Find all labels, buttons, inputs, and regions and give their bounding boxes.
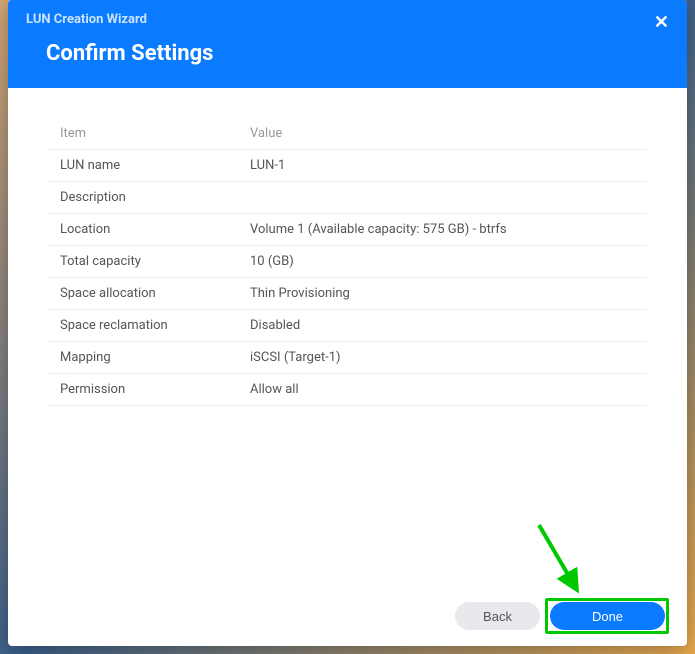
cell-value: LUN-1 bbox=[238, 150, 647, 182]
cell-item: Mapping bbox=[48, 342, 238, 374]
col-header-item: Item bbox=[48, 118, 238, 150]
wizard-header: LUN Creation Wizard Confirm Settings ✕ bbox=[8, 0, 687, 88]
wizard-window: LUN Creation Wizard Confirm Settings ✕ I… bbox=[8, 0, 687, 646]
cell-item: Location bbox=[48, 214, 238, 246]
wizard-title: LUN Creation Wizard bbox=[8, 0, 687, 37]
col-header-value: Value bbox=[238, 118, 647, 150]
table-row: Space allocation Thin Provisioning bbox=[48, 278, 647, 310]
table-row: Description bbox=[48, 182, 647, 214]
cell-item: Space allocation bbox=[48, 278, 238, 310]
done-button[interactable]: Done bbox=[550, 602, 665, 630]
cell-value bbox=[238, 182, 647, 214]
cell-item: Permission bbox=[48, 374, 238, 406]
table-row: Location Volume 1 (Available capacity: 5… bbox=[48, 214, 647, 246]
cell-value: 10 (GB) bbox=[238, 246, 647, 278]
cell-value: Volume 1 (Available capacity: 575 GB) - … bbox=[238, 214, 647, 246]
cell-item: Description bbox=[48, 182, 238, 214]
wizard-footer: Back Done bbox=[8, 586, 687, 646]
cell-value: Thin Provisioning bbox=[238, 278, 647, 310]
table-row: Mapping iSCSI (Target-1) bbox=[48, 342, 647, 374]
cell-item: LUN name bbox=[48, 150, 238, 182]
table-row: LUN name LUN-1 bbox=[48, 150, 647, 182]
page-title: Confirm Settings bbox=[8, 37, 687, 88]
cell-value: Allow all bbox=[238, 374, 647, 406]
cell-item: Total capacity bbox=[48, 246, 238, 278]
cell-item: Space reclamation bbox=[48, 310, 238, 342]
cell-value: iSCSI (Target-1) bbox=[238, 342, 647, 374]
cell-value: Disabled bbox=[238, 310, 647, 342]
table-row: Space reclamation Disabled bbox=[48, 310, 647, 342]
table-row: Total capacity 10 (GB) bbox=[48, 246, 647, 278]
content-area: Item Value LUN name LUN-1 Description Lo… bbox=[8, 88, 687, 586]
close-icon[interactable]: ✕ bbox=[650, 10, 673, 36]
back-button[interactable]: Back bbox=[455, 602, 540, 630]
settings-table: Item Value LUN name LUN-1 Description Lo… bbox=[48, 118, 647, 406]
table-row: Permission Allow all bbox=[48, 374, 647, 406]
